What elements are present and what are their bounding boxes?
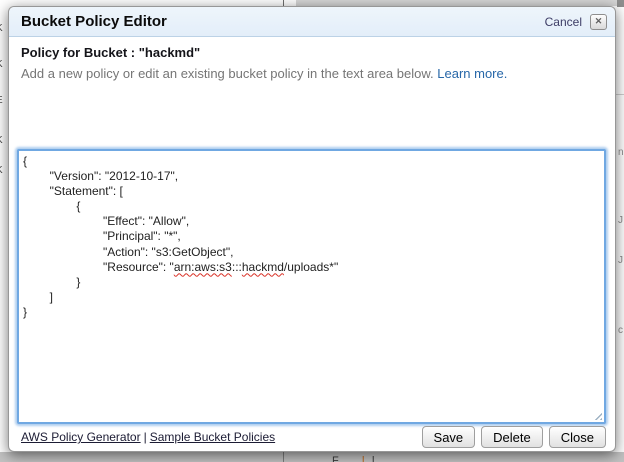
footer-links: AWS Policy Generator|Sample Bucket Polic… bbox=[21, 430, 275, 444]
page-background-line bbox=[616, 94, 624, 95]
background-fragment: K bbox=[0, 136, 3, 146]
policy-line: "Effect": "Allow", bbox=[23, 214, 600, 229]
policy-line: { bbox=[23, 154, 600, 169]
policy-line: "Action": "s3:GetObject", bbox=[23, 245, 600, 260]
policy-line: "Version": "2012-10-17", bbox=[23, 169, 600, 184]
delete-button[interactable]: Delete bbox=[481, 426, 543, 448]
learn-more-link[interactable]: Learn more. bbox=[437, 66, 507, 81]
policy-line: ] bbox=[23, 290, 600, 305]
background-fragment: J bbox=[618, 256, 623, 266]
sample-bucket-policies-link[interactable]: Sample Bucket Policies bbox=[150, 430, 275, 444]
dialog-header: Bucket Policy Editor Cancel ✕ bbox=[9, 7, 615, 37]
background-fragment: n bbox=[618, 148, 624, 158]
dialog-description: Add a new policy or edit an existing buc… bbox=[21, 66, 606, 81]
background-fragment: E bbox=[0, 96, 3, 106]
resize-handle-icon[interactable] bbox=[592, 410, 602, 420]
dialog-title: Bucket Policy Editor bbox=[21, 13, 545, 30]
background-fragment: J bbox=[618, 216, 623, 226]
page-background-corner bbox=[617, 0, 624, 7]
save-button[interactable]: Save bbox=[422, 426, 476, 448]
policy-line: } bbox=[23, 275, 600, 290]
cancel-link[interactable]: Cancel bbox=[545, 15, 582, 29]
close-icon[interactable]: ✕ bbox=[590, 14, 607, 30]
link-separator: | bbox=[141, 430, 150, 444]
dialog-footer: AWS Policy Generator|Sample Bucket Polic… bbox=[21, 425, 606, 452]
bucket-policy-editor-dialog: Bucket Policy Editor Cancel ✕ Policy for… bbox=[8, 6, 616, 452]
policy-for-bucket-label: Policy for Bucket : "hackmd" bbox=[21, 45, 606, 60]
button-row: Save Delete Close bbox=[422, 426, 606, 448]
page-background-divider bbox=[283, 452, 284, 462]
policy-line: } bbox=[23, 305, 600, 320]
description-text: Add a new policy or edit an existing buc… bbox=[21, 66, 434, 81]
background-fragment: K bbox=[0, 60, 3, 70]
dialog-body: Policy for Bucket : "hackmd" Add a new p… bbox=[9, 37, 615, 452]
policy-line: "Statement": [ bbox=[23, 184, 600, 199]
page-background-bottom-strip bbox=[0, 452, 624, 462]
misspelled-word: hackmd bbox=[242, 260, 284, 274]
background-fragment: K bbox=[0, 166, 3, 176]
background-fragment: F bbox=[332, 456, 339, 462]
background-fragment: l bbox=[362, 456, 364, 462]
close-button[interactable]: Close bbox=[549, 426, 606, 448]
policy-line: { bbox=[23, 199, 600, 214]
background-fragment: K bbox=[0, 24, 3, 34]
policy-textarea[interactable]: { "Version": "2012-10-17", "Statement": … bbox=[17, 149, 606, 424]
policy-text: { "Version": "2012-10-17", "Statement": … bbox=[23, 154, 600, 320]
policy-line: "Principal": "*", bbox=[23, 229, 600, 244]
background-fragment: c bbox=[618, 326, 623, 336]
background-fragment: l bbox=[372, 456, 374, 462]
aws-policy-generator-link[interactable]: AWS Policy Generator bbox=[21, 430, 141, 444]
policy-line: "Resource": "arn:aws:s3:::hackmd/uploads… bbox=[23, 260, 600, 275]
misspelled-word: arn:aws:s3 bbox=[174, 260, 232, 274]
